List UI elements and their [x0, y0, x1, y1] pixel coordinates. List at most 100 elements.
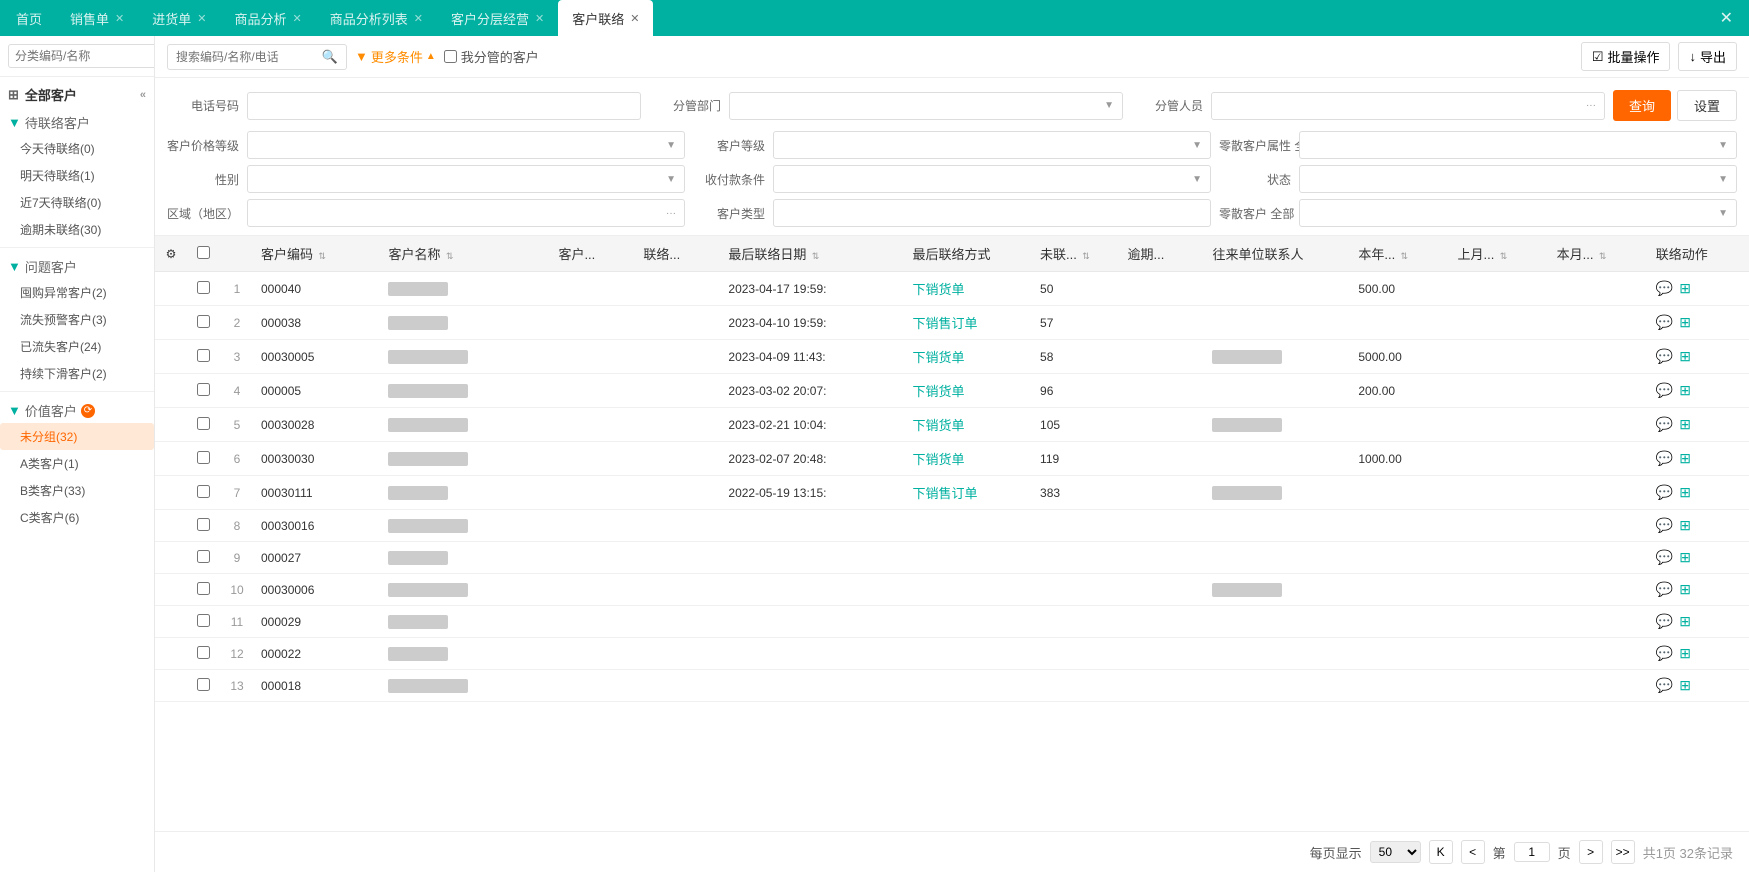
- tab-analysis[interactable]: 商品分析 ✕: [220, 0, 315, 36]
- chat-icon[interactable]: 💬: [1656, 382, 1673, 399]
- row-lastway[interactable]: [907, 574, 1035, 606]
- col-lastmonth-header[interactable]: 上月... ⇅: [1452, 236, 1551, 272]
- row-check[interactable]: [187, 574, 219, 606]
- row-checkbox[interactable]: [197, 646, 210, 659]
- sidebar-lost[interactable]: 已流失客户(24): [0, 333, 154, 360]
- sidebar-tomorrow-pending[interactable]: 明天待联络(1): [0, 162, 154, 189]
- col-lastway-header[interactable]: 最后联络方式: [907, 236, 1035, 272]
- search-submit-icon[interactable]: 🔍: [322, 49, 338, 65]
- lastway-link[interactable]: 下销货单: [913, 282, 965, 297]
- group-problem-label[interactable]: ▼ 问题客户: [0, 252, 154, 279]
- chat-icon[interactable]: 💬: [1656, 348, 1673, 365]
- grid-action-icon[interactable]: ⊞: [1679, 517, 1691, 534]
- all-customers-header[interactable]: ⊞ 全部客户 «: [0, 77, 154, 108]
- region-select[interactable]: ···: [247, 199, 685, 227]
- grid-action-icon[interactable]: ⊞: [1679, 677, 1691, 694]
- grid-action-icon[interactable]: ⊞: [1679, 613, 1691, 630]
- col-thismonth-header[interactable]: 本月... ⇅: [1551, 236, 1650, 272]
- sidebar-ungrp[interactable]: 未分组(32): [0, 423, 154, 450]
- grid-action-icon[interactable]: ⊞: [1679, 348, 1691, 365]
- tab-sales-close[interactable]: ✕: [115, 12, 124, 25]
- chat-icon[interactable]: 💬: [1656, 677, 1673, 694]
- col-name-header[interactable]: 客户名称 ⇅: [382, 236, 552, 272]
- dept-select[interactable]: ▼: [729, 92, 1123, 120]
- search-input[interactable]: [176, 50, 322, 64]
- row-lastway[interactable]: 下销货单: [907, 374, 1035, 408]
- prev-page-btn[interactable]: <: [1461, 840, 1485, 864]
- row-checkbox[interactable]: [197, 315, 210, 328]
- sidebar-abnormal[interactable]: 囤购异常客户(2): [0, 279, 154, 306]
- chat-icon[interactable]: 💬: [1656, 484, 1673, 501]
- retail-attr-select[interactable]: ▼: [1299, 131, 1737, 159]
- grid-action-icon[interactable]: ⊞: [1679, 416, 1691, 433]
- row-checkbox[interactable]: [197, 518, 210, 531]
- chat-icon[interactable]: 💬: [1656, 517, 1673, 534]
- price-level-select[interactable]: ▼: [247, 131, 685, 159]
- grid-action-icon[interactable]: ⊞: [1679, 581, 1691, 598]
- cust-level-select[interactable]: ▼: [773, 131, 1211, 159]
- row-lastway[interactable]: [907, 606, 1035, 638]
- sidebar-today-pending[interactable]: 今天待联络(0): [0, 135, 154, 162]
- tab-analysis-list-close[interactable]: ✕: [414, 12, 423, 25]
- chat-icon[interactable]: 💬: [1656, 314, 1673, 331]
- row-check[interactable]: [187, 542, 219, 574]
- close-all-tabs[interactable]: ✕: [1712, 8, 1741, 28]
- grid-action-icon[interactable]: ⊞: [1679, 645, 1691, 662]
- tab-purchase-close[interactable]: ✕: [197, 12, 206, 25]
- first-page-btn[interactable]: K: [1429, 840, 1453, 864]
- col-code-header[interactable]: 客户编码 ⇅: [255, 236, 382, 272]
- cust-type-select[interactable]: [773, 199, 1211, 227]
- sidebar-search-input[interactable]: [8, 44, 155, 68]
- row-check[interactable]: [187, 510, 219, 542]
- row-check[interactable]: [187, 408, 219, 442]
- row-checkbox[interactable]: [197, 383, 210, 396]
- sidebar-overdue-pending[interactable]: 逾期未联络(30): [0, 216, 154, 243]
- row-lastway[interactable]: [907, 510, 1035, 542]
- chat-icon[interactable]: 💬: [1656, 280, 1673, 297]
- lastway-link[interactable]: 下销货单: [913, 384, 965, 399]
- col-overdue-header[interactable]: 逾期...: [1121, 236, 1206, 272]
- row-lastway[interactable]: [907, 670, 1035, 702]
- row-check[interactable]: [187, 606, 219, 638]
- person-select[interactable]: ···: [1211, 92, 1605, 120]
- phone-input[interactable]: [247, 92, 641, 120]
- tab-analysis-list[interactable]: 商品分析列表 ✕: [316, 0, 437, 36]
- grid-action-icon[interactable]: ⊞: [1679, 450, 1691, 467]
- more-conditions-btn[interactable]: ▼ 更多条件 ▲: [355, 47, 436, 66]
- group-value-label[interactable]: ▼ 价值客户 ⟳: [0, 396, 154, 423]
- row-lastway[interactable]: 下销售订单: [907, 476, 1035, 510]
- status-select[interactable]: ▼: [1299, 165, 1737, 193]
- row-lastway[interactable]: [907, 542, 1035, 574]
- last-page-btn[interactable]: >>: [1611, 840, 1635, 864]
- batch-op-button[interactable]: ☑ 批量操作: [1581, 42, 1671, 71]
- row-checkbox[interactable]: [197, 582, 210, 595]
- tab-home[interactable]: 首页: [8, 0, 56, 36]
- row-checkbox[interactable]: [197, 614, 210, 627]
- chat-icon[interactable]: 💬: [1656, 416, 1673, 433]
- grid-action-icon[interactable]: ⊞: [1679, 549, 1691, 566]
- grid-action-icon[interactable]: ⊞: [1679, 484, 1691, 501]
- col-settings[interactable]: ⚙: [155, 236, 187, 272]
- tab-purchase[interactable]: 进货单 ✕: [138, 0, 220, 36]
- export-button[interactable]: ↓ 导出: [1678, 42, 1737, 71]
- row-check[interactable]: [187, 340, 219, 374]
- row-checkbox[interactable]: [197, 678, 210, 691]
- tab-cust-tier[interactable]: 客户分层经营 ✕: [437, 0, 558, 36]
- sidebar-declining[interactable]: 持续下滑客户(2): [0, 360, 154, 387]
- gender-select[interactable]: ▼: [247, 165, 685, 193]
- row-checkbox[interactable]: [197, 451, 210, 464]
- sidebar-7day-pending[interactable]: 近7天待联络(0): [0, 189, 154, 216]
- row-checkbox[interactable]: [197, 417, 210, 430]
- row-check[interactable]: [187, 306, 219, 340]
- retail-select[interactable]: ▼: [1299, 199, 1737, 227]
- lastway-link[interactable]: 下销货单: [913, 350, 965, 365]
- chat-icon[interactable]: 💬: [1656, 450, 1673, 467]
- row-lastway[interactable]: 下销货单: [907, 340, 1035, 374]
- row-check[interactable]: [187, 476, 219, 510]
- lastway-link[interactable]: 下销售订单: [913, 486, 978, 501]
- page-input[interactable]: [1514, 842, 1550, 862]
- col-lastdate-header[interactable]: 最后联络日期 ⇅: [722, 236, 906, 272]
- grid-action-icon[interactable]: ⊞: [1679, 382, 1691, 399]
- col-nocontact-header[interactable]: 未联... ⇅: [1034, 236, 1121, 272]
- group-pending-label[interactable]: ▼ 待联络客户: [0, 108, 154, 135]
